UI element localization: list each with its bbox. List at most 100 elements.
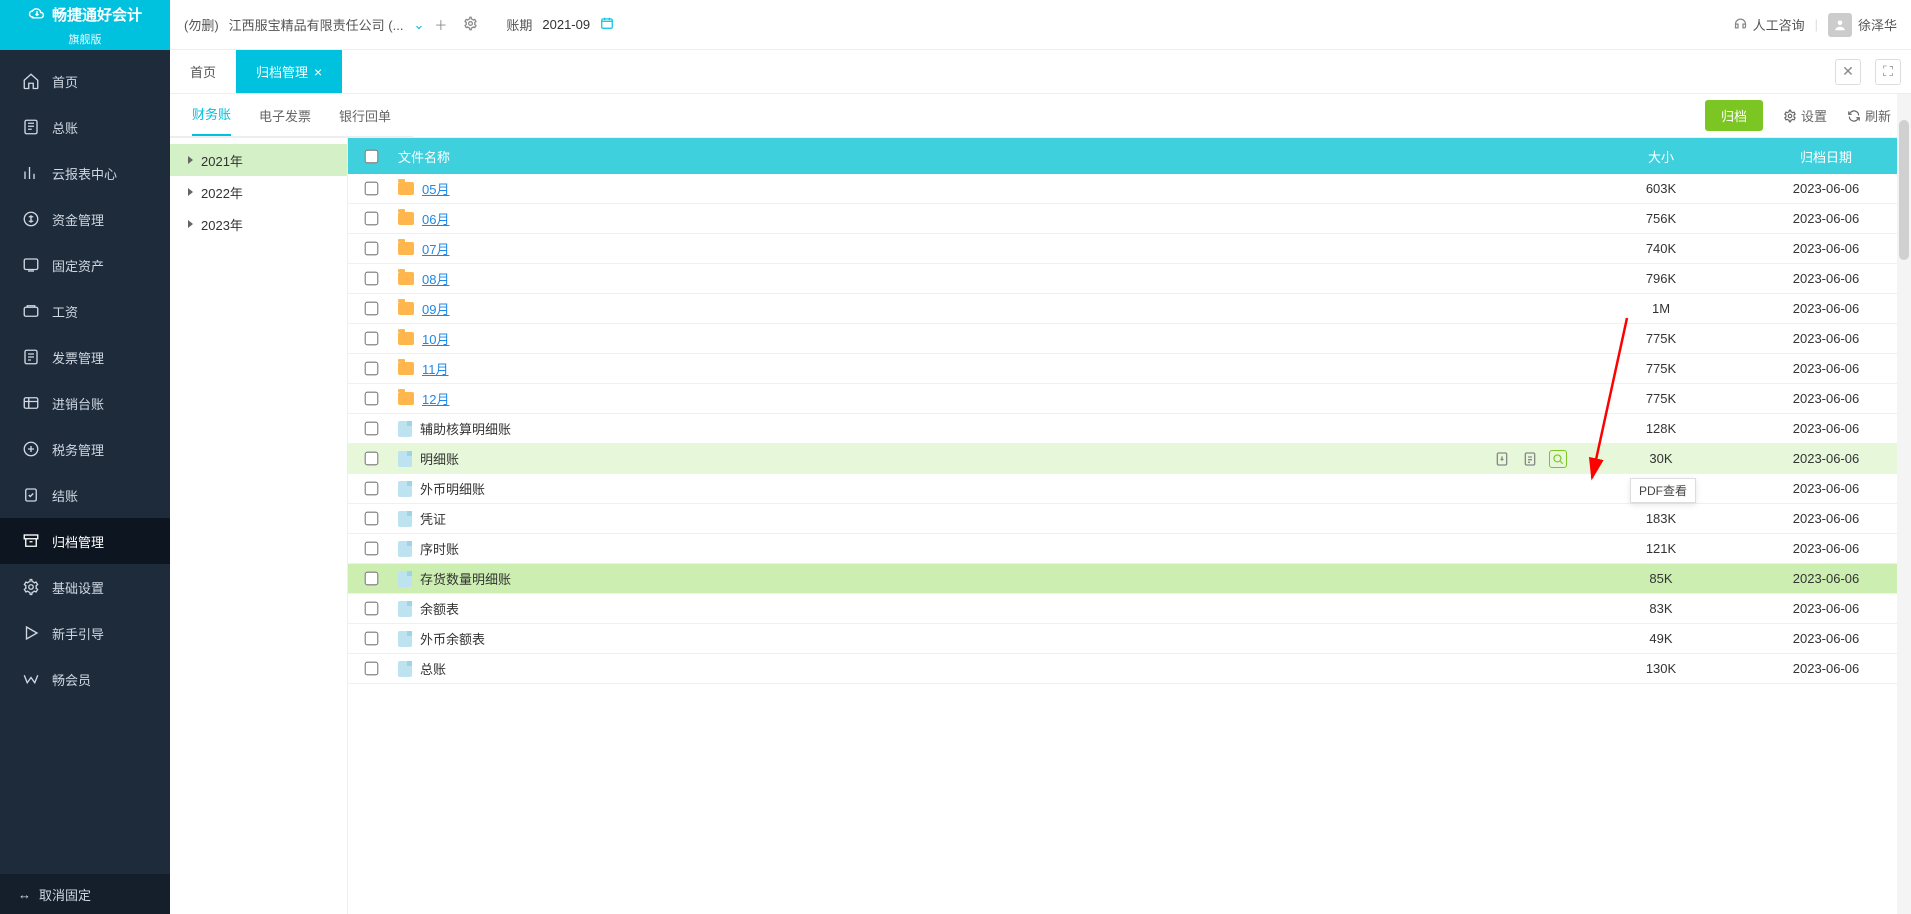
file-icon: [398, 451, 412, 467]
file-name[interactable]: 凭证: [420, 509, 446, 528]
sidebar-item-archive[interactable]: 归档管理: [0, 518, 170, 564]
table-row: 06月 756K 2023-06-06: [348, 204, 1911, 234]
close-icon[interactable]: ×: [314, 64, 322, 80]
file-date: 2023-06-06: [1741, 601, 1911, 616]
file-name-link[interactable]: 10月: [422, 329, 449, 348]
settings-link[interactable]: 设置: [1783, 106, 1827, 125]
row-checkbox[interactable]: [364, 272, 378, 286]
row-checkbox[interactable]: [364, 332, 378, 346]
asset-icon: [22, 256, 40, 274]
sidebar-item-report[interactable]: 云报表中心: [0, 150, 170, 196]
inner-tabs: 财务账电子发票银行回单: [170, 94, 413, 137]
sidebar-item-label: 资金管理: [52, 210, 104, 229]
file-name-link[interactable]: 12月: [422, 389, 449, 408]
row-checkbox[interactable]: [364, 212, 378, 226]
company-selector[interactable]: 江西服宝精品有限责任公司 (...: [229, 15, 404, 34]
file-name[interactable]: 明细账: [420, 449, 459, 468]
file-name[interactable]: 外币明细账: [420, 479, 485, 498]
file-name[interactable]: 余额表: [420, 599, 459, 618]
page-tab[interactable]: 首页: [170, 50, 236, 93]
invoice-icon: [22, 348, 40, 366]
calendar-icon[interactable]: [600, 16, 614, 33]
sidebar-item-ledger[interactable]: 总账: [0, 104, 170, 150]
chevron-down-icon[interactable]: ⌄: [413, 17, 424, 33]
plus-icon[interactable]: ＋: [434, 15, 447, 34]
inner-tab[interactable]: 电子发票: [259, 106, 311, 136]
sidebar-item-invoice[interactable]: 发票管理: [0, 334, 170, 380]
file-name[interactable]: 辅助核算明细账: [420, 419, 511, 438]
file-name-link[interactable]: 11月: [422, 359, 449, 378]
sidebar-item-label: 固定资产: [52, 256, 104, 275]
sidebar-item-close[interactable]: 结账: [0, 472, 170, 518]
file-size: 121K: [1581, 541, 1741, 556]
refresh-link[interactable]: 刷新: [1847, 106, 1891, 125]
file-size: 183K: [1581, 511, 1741, 526]
row-checkbox[interactable]: [364, 482, 378, 496]
row-checkbox[interactable]: [364, 542, 378, 556]
row-checkbox[interactable]: [364, 572, 378, 586]
user-menu[interactable]: 徐泽华: [1828, 13, 1897, 37]
sidebar-item-inout[interactable]: 进销台账: [0, 380, 170, 426]
tree-item[interactable]: 2021年: [170, 144, 347, 176]
row-checkbox[interactable]: [364, 662, 378, 676]
row-checkbox[interactable]: [364, 302, 378, 316]
sidebar-item-asset[interactable]: 固定资产: [0, 242, 170, 288]
table-row: 09月 1M 2023-06-06: [348, 294, 1911, 324]
file-name[interactable]: 序时账: [420, 539, 459, 558]
support-link[interactable]: 人工咨询: [1733, 15, 1805, 34]
gear-icon[interactable]: [463, 16, 478, 34]
row-checkbox[interactable]: [364, 602, 378, 616]
period-value[interactable]: 2021-09: [542, 17, 590, 32]
table-row: 07月 740K 2023-06-06: [348, 234, 1911, 264]
sidebar-item-label: 基础设置: [52, 578, 104, 597]
pdf-view-icon[interactable]: [1549, 450, 1567, 468]
file-name[interactable]: 外币余额表: [420, 629, 485, 648]
file-name[interactable]: 存货数量明细账: [420, 569, 511, 588]
row-checkbox[interactable]: [364, 182, 378, 196]
row-checkbox[interactable]: [364, 362, 378, 376]
left-panel: 2021年2022年2023年: [170, 138, 348, 914]
row-checkbox[interactable]: [364, 422, 378, 436]
inner-tab[interactable]: 银行回单: [339, 106, 391, 136]
sidebar-item-salary[interactable]: 工资: [0, 288, 170, 334]
side-nav: 首页总账云报表中心资金管理固定资产工资发票管理进销台账税务管理结账归档管理基础设…: [0, 50, 170, 874]
ledger-icon: [22, 118, 40, 136]
scrollbar-thumb[interactable]: [1899, 120, 1909, 260]
row-checkbox[interactable]: [364, 452, 378, 466]
sidebar-item-tax[interactable]: 税务管理: [0, 426, 170, 472]
close-tab-button[interactable]: ✕: [1835, 59, 1861, 85]
select-all-checkbox[interactable]: [364, 149, 378, 163]
sidebar-item-home[interactable]: 首页: [0, 58, 170, 104]
row-checkbox[interactable]: [364, 242, 378, 256]
sidebar-item-label: 税务管理: [52, 440, 104, 459]
sidebar-item-label: 畅会员: [52, 670, 91, 689]
file-name-link[interactable]: 06月: [422, 209, 449, 228]
sidebar-item-member[interactable]: 畅会员: [0, 656, 170, 702]
archive-button[interactable]: 归档: [1705, 100, 1763, 131]
file-name-link[interactable]: 09月: [422, 299, 449, 318]
export-icon[interactable]: [1493, 450, 1511, 468]
sidebar-item-settings[interactable]: 基础设置: [0, 564, 170, 610]
table-row: 凭证 183K 2023-06-06: [348, 504, 1911, 534]
inner-tab[interactable]: 财务账: [192, 104, 231, 136]
pdf-icon[interactable]: [1521, 450, 1539, 468]
table-row: 存货数量明细账 85K 2023-06-06: [348, 564, 1911, 594]
report-icon: [22, 164, 40, 182]
sidebar-pin-label: 取消固定: [39, 885, 91, 904]
sidebar-item-label: 结账: [52, 486, 78, 505]
file-name-link[interactable]: 07月: [422, 239, 449, 258]
file-name-link[interactable]: 05月: [422, 179, 449, 198]
tree-item[interactable]: 2023年: [170, 208, 347, 240]
file-name[interactable]: 总账: [420, 659, 446, 678]
tree-item[interactable]: 2022年: [170, 176, 347, 208]
sidebar-pin-toggle[interactable]: ↔ 取消固定: [0, 874, 170, 914]
file-name-link[interactable]: 08月: [422, 269, 449, 288]
row-checkbox[interactable]: [364, 512, 378, 526]
row-checkbox[interactable]: [364, 632, 378, 646]
file-icon: [398, 631, 412, 647]
fullscreen-button[interactable]: ⛶: [1875, 59, 1901, 85]
page-tab[interactable]: 归档管理×: [236, 50, 342, 93]
sidebar-item-guide[interactable]: 新手引导: [0, 610, 170, 656]
sidebar-item-fund[interactable]: 资金管理: [0, 196, 170, 242]
row-checkbox[interactable]: [364, 392, 378, 406]
